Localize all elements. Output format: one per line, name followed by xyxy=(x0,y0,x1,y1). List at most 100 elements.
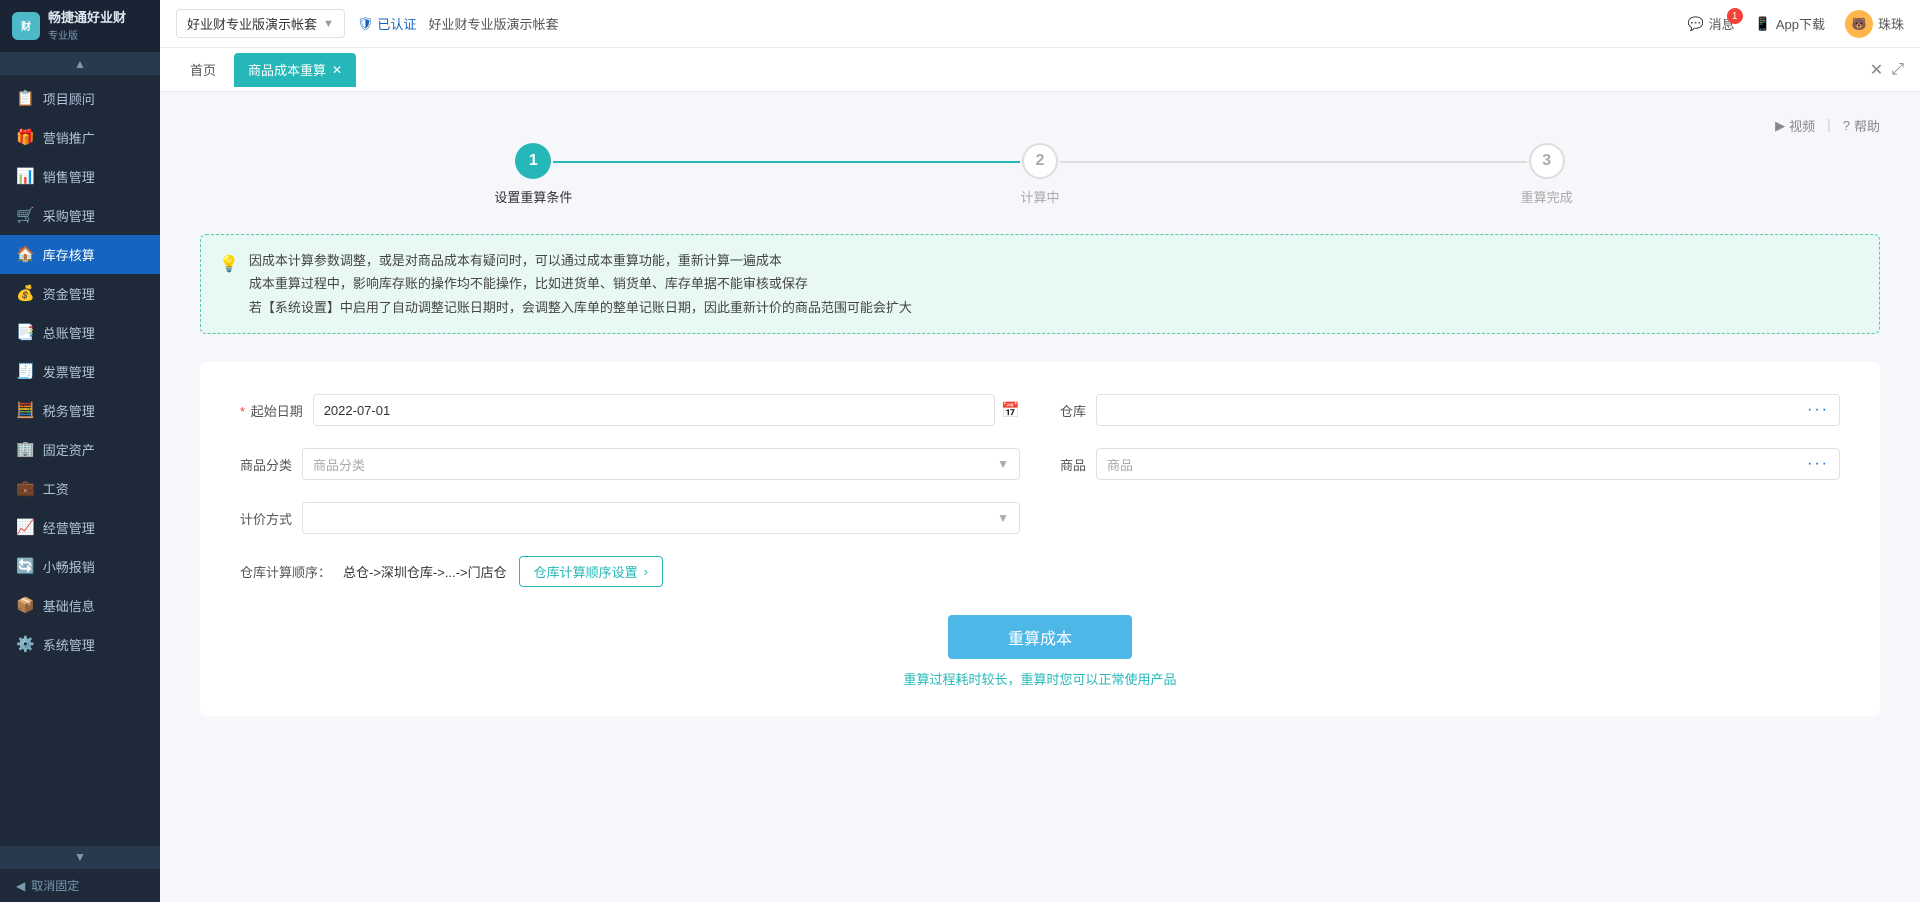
step-1-circle: 1 xyxy=(515,143,551,179)
category-placeholder: 商品分类 xyxy=(313,455,365,474)
help-label: 帮助 xyxy=(1854,116,1880,135)
mobile-icon: 📱 xyxy=(1755,16,1771,32)
company-select[interactable]: 好业财专业版演示帐套 ▼ xyxy=(176,9,345,38)
topbar-right: 💬 消息 1 📱 App下载 🐻 珠珠 xyxy=(1687,10,1904,38)
sidebar-item-inventory[interactable]: 🏠 库存核算 xyxy=(0,235,160,274)
inventory-icon: 🏠 xyxy=(16,245,35,263)
fixed-assets-icon: 🏢 xyxy=(16,440,35,458)
calc-order-label: 仓库计算顺序： xyxy=(240,562,331,581)
form-row-3: 计价方式 ▼ xyxy=(240,502,1840,534)
form-section: * 起始日期 📅 仓库 ··· xyxy=(200,362,1880,716)
system-icon: ⚙️ xyxy=(16,635,35,653)
tab-home-label: 首页 xyxy=(190,60,216,79)
tax-icon: 🧮 xyxy=(16,401,35,419)
sidebar-item-system[interactable]: ⚙️ 系统管理 xyxy=(0,625,160,664)
sidebar-item-sales[interactable]: 📊 销售管理 xyxy=(0,157,160,196)
sidebar-item-purchase[interactable]: 🛒 采购管理 xyxy=(0,196,160,235)
sidebar-item-payroll[interactable]: 💼 工资 xyxy=(0,469,160,508)
unpin-button[interactable]: ◀ 取消固定 xyxy=(0,868,160,902)
calc-order-row: 仓库计算顺序： 总仓->深圳仓库->...->门店仓 仓库计算顺序设置 › xyxy=(240,556,1840,587)
placeholder-field xyxy=(1060,502,1840,534)
date-input-wrapper: 📅 xyxy=(313,394,1020,426)
recalc-note: 重算过程耗时较长，重算时您可以正常使用产品 xyxy=(903,669,1176,688)
category-dropdown[interactable]: 商品分类 ▼ xyxy=(302,448,1020,480)
sidebar-item-accounting[interactable]: 📑 总账管理 xyxy=(0,313,160,352)
step-3-label: 重算完成 xyxy=(1521,187,1573,206)
step-3-number: 3 xyxy=(1542,152,1551,170)
operations-icon: 📈 xyxy=(16,518,35,536)
sidebar-label-expense: 小畅报销 xyxy=(43,557,95,576)
tab-recalc[interactable]: 商品成本重算 ✕ xyxy=(234,53,356,87)
user-avatar[interactable]: 🐻 珠珠 xyxy=(1845,10,1904,38)
tab-expand-button[interactable]: ⤢ xyxy=(1891,60,1904,80)
app-download-button[interactable]: 📱 App下载 xyxy=(1755,14,1825,33)
sidebar-scroll-up[interactable]: ▲ xyxy=(0,53,160,75)
calendar-icon[interactable]: 📅 xyxy=(1001,401,1020,419)
category-field: 商品分类 商品分类 ▼ xyxy=(240,448,1020,480)
step-3-circle: 3 xyxy=(1529,143,1565,179)
tab-close-window-button[interactable]: ✕ xyxy=(1870,60,1883,80)
message-button[interactable]: 💬 消息 1 xyxy=(1687,14,1734,33)
sidebar-label-project: 项目顾问 xyxy=(43,89,95,108)
content-help: ▶ 视频 | ? 帮助 xyxy=(200,116,1880,135)
sidebar-scroll-down[interactable]: ▼ xyxy=(0,846,160,868)
form-row-2: 商品分类 商品分类 ▼ 商品 商品 ··· xyxy=(240,448,1840,480)
goods-picker-button[interactable]: ··· xyxy=(1807,455,1829,473)
pricing-field: 计价方式 ▼ xyxy=(240,502,1020,534)
warehouse-label: 仓库 xyxy=(1060,401,1086,420)
lamp-icon: 💡 xyxy=(219,251,239,319)
step-2-number: 2 xyxy=(1036,152,1045,170)
sidebar-item-basic[interactable]: 📦 基础信息 xyxy=(0,586,160,625)
sidebar-item-operations[interactable]: 📈 经营管理 xyxy=(0,508,160,547)
sidebar-item-project[interactable]: 📋 项目顾问 xyxy=(0,79,160,118)
verified-badge: 🛡 已认证 xyxy=(357,14,417,33)
sidebar-label-invoice: 发票管理 xyxy=(43,362,95,381)
recalc-section: 重算成本 重算过程耗时较长，重算时您可以正常使用产品 xyxy=(240,615,1840,688)
sidebar-item-invoice[interactable]: 🧾 发票管理 xyxy=(0,352,160,391)
main-area: 好业财专业版演示帐套 ▼ 🛡 已认证 好业财专业版演示帐套 💬 消息 1 📱 A… xyxy=(160,0,1920,902)
start-date-input[interactable] xyxy=(313,394,996,426)
pricing-dropdown-arrow-icon: ▼ xyxy=(997,511,1009,525)
pricing-dropdown[interactable]: ▼ xyxy=(302,502,1020,534)
tab-close-icon[interactable]: ✕ xyxy=(332,63,342,77)
calc-order-value: 总仓->深圳仓库->...->门店仓 xyxy=(343,562,507,581)
app-logo: 财 xyxy=(12,12,40,40)
unpin-label: 取消固定 xyxy=(31,877,79,894)
warehouse-picker-button[interactable]: ··· xyxy=(1807,401,1829,419)
sidebar-label-purchase: 采购管理 xyxy=(43,206,95,225)
sidebar-item-tax[interactable]: 🧮 税务管理 xyxy=(0,391,160,430)
app-edition: 专业版 xyxy=(48,27,126,42)
warehouse-field: 仓库 ··· xyxy=(1060,394,1840,426)
avatar-image: 🐻 xyxy=(1845,10,1873,38)
sidebar-item-expense[interactable]: 🔄 小畅报销 xyxy=(0,547,160,586)
sidebar-label-tax: 税务管理 xyxy=(43,401,95,420)
goods-placeholder: 商品 xyxy=(1107,455,1807,474)
tabbar: 首页 商品成本重算 ✕ ✕ ⤢ xyxy=(160,48,1920,92)
start-date-label: * 起始日期 xyxy=(240,401,303,420)
sidebar-label-basic: 基础信息 xyxy=(43,596,95,615)
sidebar-header: 财 畅捷通好业财 专业版 xyxy=(0,0,160,53)
pricing-label: 计价方式 xyxy=(240,509,292,528)
recalc-button[interactable]: 重算成本 xyxy=(948,615,1132,659)
step-1-number: 1 xyxy=(529,152,538,170)
chevron-right-icon: › xyxy=(644,564,648,579)
app-title-block: 畅捷通好业财 专业版 xyxy=(48,10,126,42)
sidebar-label-marketing: 营销推广 xyxy=(43,128,95,147)
finance-icon: 💰 xyxy=(16,284,35,302)
basic-icon: 📦 xyxy=(16,596,35,614)
category-label: 商品分类 xyxy=(240,455,292,474)
question-icon: ? xyxy=(1843,118,1850,133)
marketing-icon: 🎁 xyxy=(16,128,35,146)
sidebar-label-finance: 资金管理 xyxy=(43,284,95,303)
help-button[interactable]: ? 帮助 xyxy=(1843,116,1880,135)
sales-icon: 📊 xyxy=(16,167,35,185)
video-help-button[interactable]: ▶ 视频 xyxy=(1775,116,1815,135)
info-line-1: 因成本计算参数调整，或是对商品成本有疑问时，可以通过成本重算功能，重新计算一遍成… xyxy=(249,249,912,272)
goods-label: 商品 xyxy=(1060,455,1086,474)
calc-order-settings-button[interactable]: 仓库计算顺序设置 › xyxy=(519,556,663,587)
sidebar-item-finance[interactable]: 💰 资金管理 xyxy=(0,274,160,313)
sidebar-item-fixed-assets[interactable]: 🏢 固定资产 xyxy=(0,430,160,469)
info-text: 因成本计算参数调整，或是对商品成本有疑问时，可以通过成本重算功能，重新计算一遍成… xyxy=(249,249,912,319)
tab-home[interactable]: 首页 xyxy=(176,53,230,87)
sidebar-item-marketing[interactable]: 🎁 营销推广 xyxy=(0,118,160,157)
